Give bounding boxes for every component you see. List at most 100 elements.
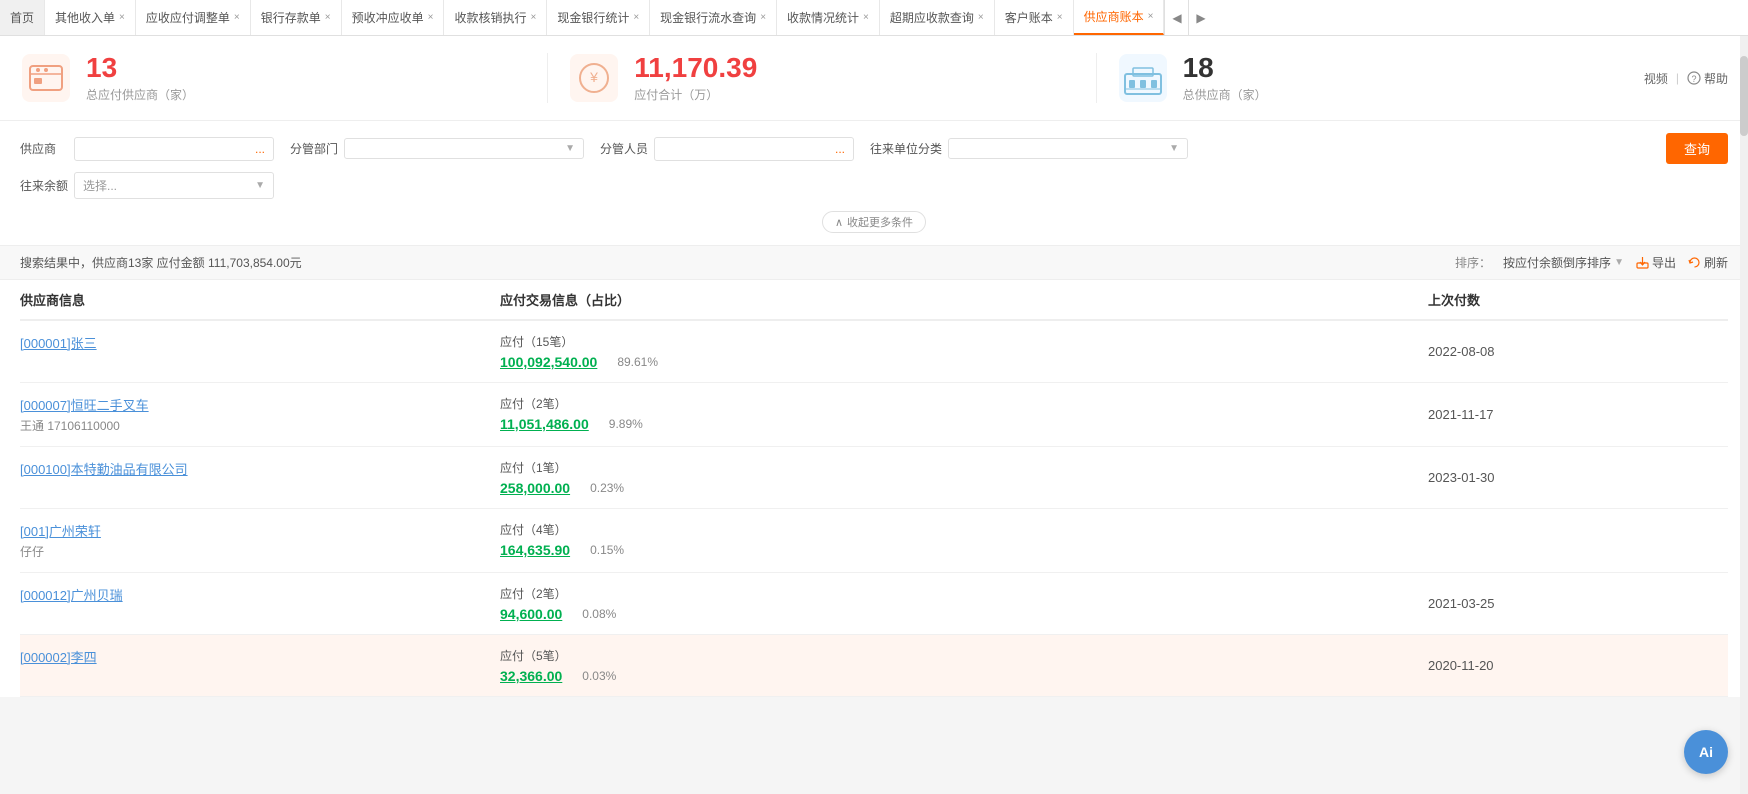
close-icon[interactable]: × (863, 12, 869, 23)
chevron-down-icon: ▼ (1614, 257, 1624, 268)
nav-tab-cash-bank-flow[interactable]: 现金银行流水查询 × (650, 0, 777, 35)
tx-title: 应付（1笔） (500, 459, 1428, 476)
stats-header: 13 总应付供应商（家） ¥ 11,170.39 应付合计（万） (0, 36, 1748, 121)
export-button[interactable]: 导出 (1636, 254, 1676, 271)
scrollbar-thumb[interactable] (1740, 56, 1748, 136)
close-icon[interactable]: × (325, 12, 331, 23)
stat-total-suppliers-number: 18 (1183, 54, 1267, 82)
tx-cell: 应付（2笔） 11,051,486.00 9.89% (500, 395, 1428, 432)
nav-tab-home[interactable]: 首页 (0, 0, 45, 35)
last-pay-cell: 2022-08-08 (1428, 344, 1728, 359)
supplier-link[interactable]: [000012]广州贝瑞 (20, 585, 500, 604)
nav-tab-ap-adjust[interactable]: 应收应付调整单 × (136, 0, 251, 35)
close-icon[interactable]: × (428, 12, 434, 23)
sort-label: 排序： (1455, 254, 1491, 271)
ai-assistant-button[interactable]: Ai (1684, 730, 1728, 774)
tx-percent: 9.89% (609, 417, 643, 431)
nav-tab-collect-exec[interactable]: 收款核销执行 × (444, 0, 547, 35)
table-row: [000001]张三 应付（15笔） 100,092,540.00 89.61%… (20, 321, 1728, 383)
tx-title: 应付（2笔） (500, 395, 1428, 412)
nav-tab-collect-stat[interactable]: 收款情况统计 × (777, 0, 880, 35)
close-icon[interactable]: × (760, 12, 766, 23)
person-input[interactable]: ... (654, 137, 854, 161)
chevron-down-icon: ▼ (255, 180, 265, 191)
nav-tab-customer-account[interactable]: 客户账本 × (995, 0, 1074, 35)
supplier-link[interactable]: [000001]张三 (20, 333, 500, 352)
nav-tab-collect-exec-label: 收款核销执行 (454, 9, 526, 26)
supplier-input[interactable]: ... (74, 137, 274, 161)
supplier-cell: [000012]广州贝瑞 (20, 585, 500, 604)
dept-select[interactable]: ▼ (344, 138, 584, 159)
filter-balance: 往来余额 选择... ▼ (20, 172, 274, 199)
svg-text:?: ? (1691, 74, 1696, 84)
tx-amount-link[interactable]: 32,366.00 (500, 668, 562, 684)
unit-class-filter-label: 往来单位分类 (870, 140, 942, 157)
nav-tab-cash-bank-flow-label: 现金银行流水查询 (660, 9, 756, 26)
nav-tab-supplier-account[interactable]: 供应商账本 × (1074, 0, 1165, 35)
nav-scroll-right[interactable]: ▶ (1188, 0, 1212, 35)
nav-tab-overdue-ap[interactable]: 超期应收款查询 × (880, 0, 995, 35)
nav-scroll-left[interactable]: ◀ (1164, 0, 1188, 35)
refresh-label: 刷新 (1704, 254, 1728, 271)
help-link[interactable]: ? 帮助 (1687, 70, 1728, 87)
supplier-link[interactable]: [000002]李四 (20, 647, 500, 666)
tx-cell: 应付（1笔） 258,000.00 0.23% (500, 459, 1428, 496)
nav-tab-collect-stat-label: 收款情况统计 (787, 9, 859, 26)
last-pay-cell: 2023-01-30 (1428, 470, 1728, 485)
close-icon[interactable]: × (1148, 11, 1154, 22)
nav-tab-advance-collect[interactable]: 预收冲应收单 × (342, 0, 445, 35)
supplier-link[interactable]: [000100]本特勤油品有限公司 (20, 459, 500, 478)
tx-amount-link[interactable]: 11,051,486.00 (500, 416, 589, 432)
tx-amount-link[interactable]: 258,000.00 (500, 480, 570, 496)
supplier-link[interactable]: [001]广州荣轩 (20, 521, 500, 540)
close-icon[interactable]: × (1057, 12, 1063, 23)
table-row: [000007]恒旺二手叉车 王通 17106110000 应付（2笔） 11,… (20, 383, 1728, 447)
filter-row-2: 往来余额 选择... ▼ (20, 172, 1728, 199)
supplier-cell: [001]广州荣轩 仔仔 (20, 521, 500, 560)
collapse-button[interactable]: ∧ 收起更多条件 (822, 211, 926, 233)
tx-title: 应付（2笔） (500, 585, 1428, 602)
supplier-cell: [000007]恒旺二手叉车 王通 17106110000 (20, 395, 500, 434)
tx-percent: 0.03% (582, 669, 616, 683)
supplier-cell: [000002]李四 (20, 647, 500, 666)
nav-tab-overdue-ap-label: 超期应收款查询 (890, 9, 974, 26)
nav-tab-advance-collect-label: 预收冲应收单 (352, 9, 424, 26)
balance-placeholder: 选择... (83, 177, 117, 194)
tx-amount-link[interactable]: 100,092,540.00 (500, 354, 597, 370)
chevron-down-icon: ▼ (1169, 143, 1179, 154)
unit-class-select[interactable]: ▼ (948, 138, 1188, 159)
refresh-button[interactable]: 刷新 (1688, 254, 1728, 271)
total-suppliers-icon (1117, 52, 1169, 104)
balance-select[interactable]: 选择... ▼ (74, 172, 274, 199)
nav-tab-other-income[interactable]: 其他收入单 × (45, 0, 136, 35)
close-icon[interactable]: × (978, 12, 984, 23)
tx-amount-link[interactable]: 164,635.90 (500, 542, 570, 558)
nav-tab-other-income-label: 其他收入单 (55, 9, 115, 26)
close-icon[interactable]: × (119, 12, 125, 23)
close-icon[interactable]: × (530, 12, 536, 23)
close-icon[interactable]: × (633, 12, 639, 23)
col-tx-info: 应付交易信息（占比） (500, 290, 1428, 309)
export-label: 导出 (1652, 254, 1676, 271)
tx-percent: 0.23% (590, 481, 624, 495)
stat-info-payable-total: 11,170.39 应付合计（万） (634, 54, 757, 103)
svg-text:¥: ¥ (589, 69, 598, 85)
collapse-bar: ∧ 收起更多条件 (20, 207, 1728, 237)
table-row: [001]广州荣轩 仔仔 应付（4笔） 164,635.90 0.15% (20, 509, 1728, 573)
results-bar: 搜索结果中，供应商13家 应付金额 111,703,854.00元 排序： 按应… (0, 246, 1748, 280)
nav-tab-bank-deposit[interactable]: 银行存款单 × (251, 0, 342, 35)
col-last-pay: 上次付数 (1428, 290, 1728, 309)
stat-info-total-suppliers: 18 总供应商（家） (1183, 54, 1267, 103)
close-icon[interactable]: × (234, 12, 240, 23)
search-button[interactable]: 查询 (1666, 133, 1728, 164)
divider (547, 53, 548, 103)
supplier-link[interactable]: [000007]恒旺二手叉车 (20, 395, 500, 414)
stat-payable-total-label: 应付合计（万） (634, 86, 757, 103)
tx-amount-link[interactable]: 94,600.00 (500, 606, 562, 622)
sort-select[interactable]: 按应付余额倒序排序 ▼ (1503, 254, 1624, 271)
nav-tab-cash-bank-stat[interactable]: 现金银行统计 × (547, 0, 650, 35)
supplier-sub: 王通 17106110000 (20, 417, 500, 434)
video-link[interactable]: 视频 (1644, 70, 1668, 87)
divider (1096, 53, 1097, 103)
filter-dept: 分管部门 ▼ (290, 138, 584, 159)
